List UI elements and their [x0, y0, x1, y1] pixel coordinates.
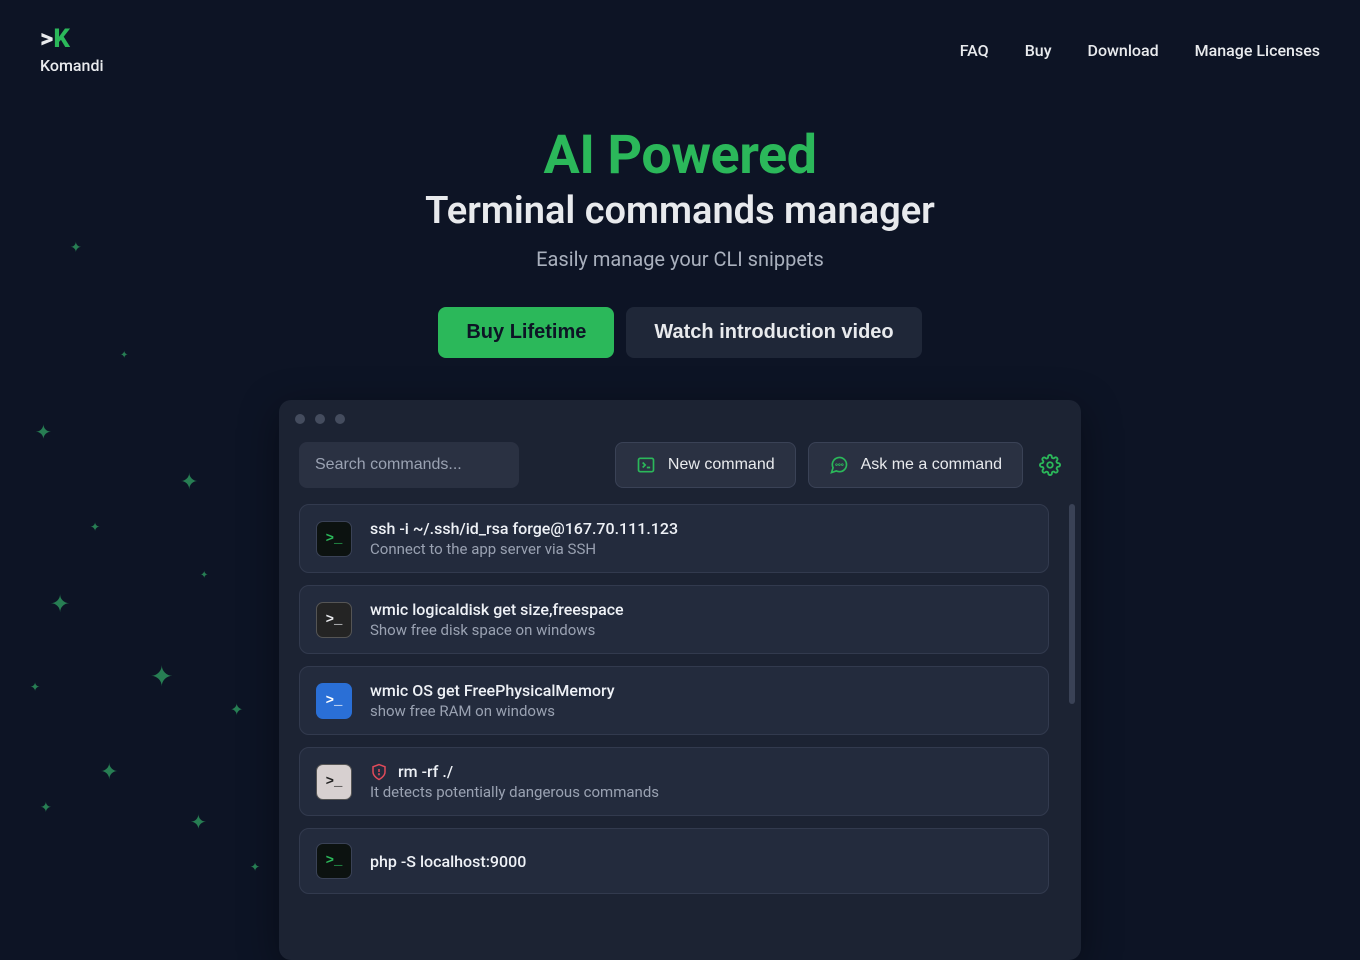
titlebar — [279, 400, 1081, 432]
terminal-cmd-icon: >_ — [316, 602, 352, 638]
logo-letter: K — [53, 24, 70, 54]
list-item[interactable]: >_ ssh -i ~/.ssh/id_rsa forge@167.70.111… — [299, 504, 1049, 573]
traffic-light-close[interactable] — [295, 414, 305, 424]
logo[interactable]: >K Komandi — [40, 26, 104, 75]
logo-arrow: > — [40, 24, 53, 54]
ask-command-button[interactable]: Ask me a command — [808, 442, 1023, 488]
command-desc: show free RAM on windows — [370, 702, 615, 720]
terminal-mac-icon: >_ — [316, 521, 352, 557]
hero-tagline: Easily manage your CLI snippets — [0, 247, 1360, 271]
logo-name: Komandi — [40, 56, 104, 75]
nav-faq[interactable]: FAQ — [960, 41, 989, 60]
terminal-generic-icon: >_ — [316, 764, 352, 800]
chat-icon — [829, 455, 849, 475]
command-text: ssh -i ~/.ssh/id_rsa forge@167.70.111.12… — [370, 519, 678, 538]
command-text: wmic OS get FreePhysicalMemory — [370, 681, 615, 700]
command-desc: Connect to the app server via SSH — [370, 540, 678, 558]
search-input[interactable] — [299, 442, 519, 488]
terminal-mac-icon: >_ — [316, 843, 352, 879]
hero-subtitle: Terminal commands manager — [0, 189, 1360, 233]
list-item[interactable]: >_ rm -rf ./ It detects potentially dang… — [299, 747, 1049, 816]
scrollbar[interactable] — [1069, 504, 1075, 704]
buy-lifetime-button[interactable]: Buy Lifetime — [438, 307, 614, 358]
hero-title: AI Powered — [0, 124, 1360, 187]
warning-shield-icon — [370, 763, 388, 781]
traffic-light-max[interactable] — [335, 414, 345, 424]
command-text: wmic logicaldisk get size,freespace — [370, 600, 624, 619]
nav: FAQ Buy Download Manage Licenses — [960, 41, 1320, 60]
app-window: New command Ask me a command >_ ssh -i ~… — [279, 400, 1081, 960]
command-desc: Show free disk space on windows — [370, 621, 624, 639]
toolbar: New command Ask me a command — [279, 432, 1081, 504]
list-item[interactable]: >_ wmic OS get FreePhysicalMemory show f… — [299, 666, 1049, 735]
header: >K Komandi FAQ Buy Download Manage Licen… — [0, 0, 1360, 80]
terminal-powershell-icon: >_ — [316, 683, 352, 719]
nav-download[interactable]: Download — [1088, 41, 1159, 60]
nav-manage-licenses[interactable]: Manage Licenses — [1195, 41, 1320, 60]
cta-row: Buy Lifetime Watch introduction video — [0, 307, 1360, 358]
command-text: rm -rf ./ — [398, 762, 453, 781]
traffic-light-min[interactable] — [315, 414, 325, 424]
gear-icon[interactable] — [1039, 454, 1061, 476]
command-list: >_ ssh -i ~/.ssh/id_rsa forge@167.70.111… — [279, 504, 1081, 960]
ask-command-label: Ask me a command — [861, 456, 1002, 474]
terminal-icon — [636, 455, 656, 475]
new-command-button[interactable]: New command — [615, 442, 796, 488]
nav-buy[interactable]: Buy — [1025, 41, 1052, 60]
watch-video-button[interactable]: Watch introduction video — [626, 307, 921, 358]
new-command-label: New command — [668, 456, 775, 474]
list-item[interactable]: >_ php -S localhost:9000 — [299, 828, 1049, 894]
command-desc: It detects potentially dangerous command… — [370, 783, 659, 801]
list-item[interactable]: >_ wmic logicaldisk get size,freespace S… — [299, 585, 1049, 654]
hero: AI Powered Terminal commands manager Eas… — [0, 124, 1360, 358]
command-text: php -S localhost:9000 — [370, 852, 526, 871]
